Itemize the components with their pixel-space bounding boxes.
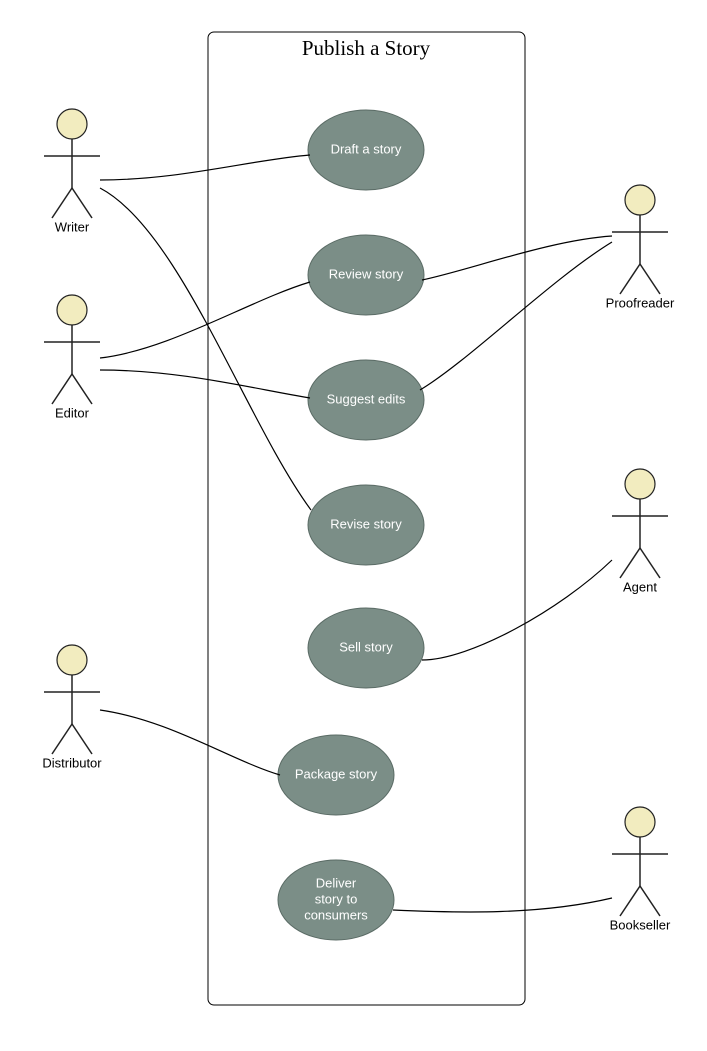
svg-text:Suggest edits: Suggest edits (327, 391, 406, 406)
svg-text:Editor: Editor (55, 406, 90, 421)
svg-text:Deliver: Deliver (316, 875, 357, 890)
assoc-writer-revise (100, 188, 311, 510)
assoc-proofreader-review (422, 236, 612, 280)
actor-editor: Editor (44, 295, 100, 421)
usecase-package: Package story (278, 735, 394, 815)
usecase-revise: Revise story (308, 485, 424, 565)
assoc-writer-draft (100, 155, 310, 180)
assoc-editor-suggest (100, 370, 310, 398)
usecase-review: Review story (308, 235, 424, 315)
usecase-deliver: Deliver story to consumers (278, 860, 394, 940)
svg-text:Distributor: Distributor (42, 756, 102, 771)
usecase-draft: Draft a story (308, 110, 424, 190)
svg-text:Sell story: Sell story (339, 639, 393, 654)
svg-text:Package story: Package story (295, 766, 378, 781)
usecase-suggest: Suggest edits (308, 360, 424, 440)
assoc-agent-sell (422, 560, 612, 660)
actor-proofreader: Proofreader (606, 185, 675, 311)
assoc-proofreader-suggest (420, 242, 612, 390)
svg-text:Revise story: Revise story (330, 516, 402, 531)
assoc-distributor-package (100, 710, 280, 775)
svg-text:Agent: Agent (623, 580, 657, 595)
svg-text:Bookseller: Bookseller (610, 918, 671, 933)
svg-text:Writer: Writer (55, 220, 90, 235)
assoc-bookseller-deliver (393, 898, 612, 912)
svg-text:Proofreader: Proofreader (606, 296, 675, 311)
diagram-title: Publish a Story (302, 36, 431, 60)
usecase-sell: Sell story (308, 608, 424, 688)
actor-agent: Agent (612, 469, 668, 595)
actor-distributor: Distributor (42, 645, 102, 771)
svg-text:consumers: consumers (304, 907, 368, 922)
actor-writer: Writer (44, 109, 100, 235)
actor-bookseller: Bookseller (610, 807, 671, 933)
svg-text:Review story: Review story (329, 266, 404, 281)
use-case-diagram: Publish a Story Draft a story Review sto… (0, 0, 707, 1051)
svg-text:Draft a story: Draft a story (331, 141, 402, 156)
svg-text:story to: story to (315, 891, 358, 906)
